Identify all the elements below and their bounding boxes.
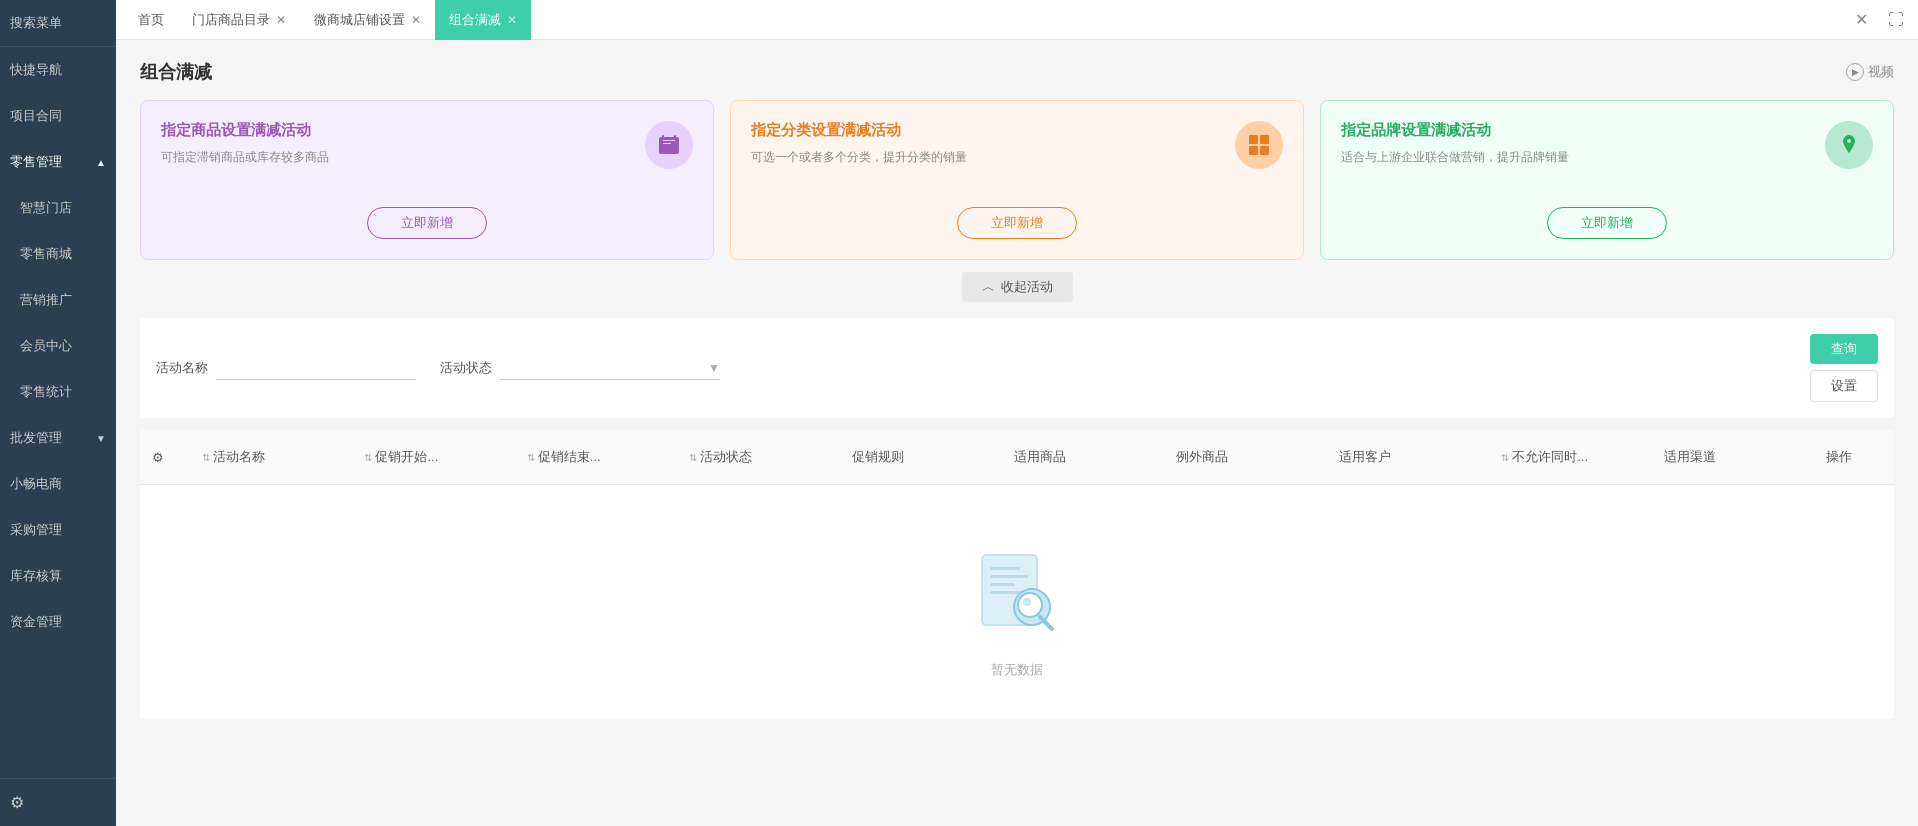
promo-card-brand: 指定品牌设置满减活动 适合与上游企业联合做营销，提升品牌销量 立即新增 [1320, 100, 1894, 260]
table-header: ⚙ ⇅ 活动名称 ⇅ 促销开始... ⇅ 促销结束... ⇅ 活动状态 [140, 430, 1894, 485]
promo-card-category: 指定分类设置满减活动 可选一个或者多个分类，提升分类的销量 立即新增 [730, 100, 1304, 260]
svg-rect-5 [990, 567, 1020, 570]
promo-cards-row: 指定商品设置满减活动 可指定滞销商品或库存较多商品 立即新增 指定分类设置满减活… [140, 100, 1894, 260]
sidebar-item-wholesale-mgmt[interactable]: 批发管理 ▼ [0, 415, 116, 461]
page-title: 组合满减 [140, 60, 212, 84]
promo-card-product: 指定商品设置满减活动 可指定滞销商品或库存较多商品 立即新增 [140, 100, 714, 260]
th-activity-status: ⇅ 活动状态 [677, 440, 839, 474]
sidebar-item-purchase[interactable]: 采购管理 [0, 507, 116, 553]
th-operations: 操作 [1814, 440, 1894, 474]
page-header: 组合满减 ▶ 视频 [140, 60, 1894, 84]
th-promo-start: ⇅ 促销开始... [352, 440, 514, 474]
sidebar-item-smart-store[interactable]: 智慧门店 [0, 185, 116, 231]
sort-icon[interactable]: ⇅ [527, 452, 535, 463]
activity-status-label: 活动状态 [440, 359, 492, 377]
category-card-title: 指定分类设置满减活动 [751, 121, 1283, 140]
category-add-button[interactable]: 立即新增 [957, 207, 1077, 239]
th-gear[interactable]: ⚙ [140, 442, 190, 473]
tab-wechat-store[interactable]: 微商城店铺设置 ✕ [300, 0, 435, 40]
empty-text: 暂无数据 [991, 661, 1043, 679]
chevron-down-icon: ▼ [96, 433, 106, 444]
tab-home[interactable]: 首页 [124, 0, 178, 40]
product-card-title: 指定商品设置满减活动 [161, 121, 693, 140]
th-no-overlap: ⇅ 不允许同时... [1489, 440, 1651, 474]
sidebar-item-member-center[interactable]: 会员中心 [0, 323, 116, 369]
tab-actions: ✕ ⛶ [1849, 10, 1910, 29]
close-window-button[interactable]: ✕ [1849, 10, 1874, 29]
brand-card-icon [1825, 121, 1873, 169]
data-table: ⚙ ⇅ 活动名称 ⇅ 促销开始... ⇅ 促销结束... ⇅ 活动状态 [140, 430, 1894, 719]
sort-icon[interactable]: ⇅ [689, 452, 697, 463]
close-tab-combo-discount[interactable]: ✕ [507, 13, 517, 27]
product-add-button[interactable]: 立即新增 [367, 207, 487, 239]
th-applicable-channel: 适用渠道 [1652, 440, 1814, 474]
sidebar-item-quick-nav[interactable]: 快捷导航 [0, 47, 116, 93]
product-card-desc: 可指定滞销商品或库存较多商品 [161, 148, 693, 195]
brand-add-button[interactable]: 立即新增 [1547, 207, 1667, 239]
activity-name-filter: 活动名称 [156, 356, 416, 380]
svg-rect-6 [990, 575, 1028, 578]
sidebar-item-inventory[interactable]: 库存核算 [0, 553, 116, 599]
svg-rect-1 [1260, 135, 1269, 144]
maximize-window-button[interactable]: ⛶ [1882, 11, 1910, 29]
sidebar-item-retail-stats[interactable]: 零售统计 [0, 369, 116, 415]
main-area: 首页 门店商品目录 ✕ 微商城店铺设置 ✕ 组合满减 ✕ ✕ ⛶ 组合满减 ▶ … [116, 0, 1918, 826]
video-link[interactable]: ▶ 视频 [1846, 63, 1894, 81]
chevron-up-icon: ︿ [982, 278, 995, 296]
th-applicable-customer: 适用客户 [1327, 440, 1489, 474]
svg-point-12 [1023, 598, 1031, 606]
settings-icon[interactable]: ⚙ [0, 778, 116, 826]
th-promo-end: ⇅ 促销结束... [515, 440, 677, 474]
chevron-up-icon: ▲ [96, 157, 106, 168]
product-card-icon [645, 121, 693, 169]
th-promo-rule: 促销规则 [840, 440, 1002, 474]
empty-illustration [957, 545, 1077, 645]
th-activity-name: ⇅ 活动名称 [190, 440, 352, 474]
gear-icon: ⚙ [152, 450, 164, 465]
settings-button[interactable]: 设置 [1810, 370, 1878, 402]
tab-combo-discount[interactable]: 组合满减 ✕ [435, 0, 531, 40]
empty-state: 暂无数据 [140, 485, 1894, 719]
sidebar-item-xiaochang[interactable]: 小畅电商 [0, 461, 116, 507]
svg-rect-7 [990, 583, 1015, 586]
dropdown-icon: ▼ [708, 361, 720, 375]
content-area: 组合满减 ▶ 视频 指定商品设置满减活动 可指定滞销商品或库存较多商品 立即新增… [116, 40, 1918, 826]
category-card-desc: 可选一个或者多个分类，提升分类的销量 [751, 148, 1283, 195]
sidebar-search-label: 搜索菜单 [10, 15, 62, 30]
svg-point-10 [1018, 593, 1042, 617]
sort-icon[interactable]: ⇅ [202, 452, 210, 463]
collapse-button[interactable]: ︿ 收起活动 [962, 272, 1073, 302]
filter-row: 活动名称 活动状态 ▼ 查询 设置 [140, 318, 1894, 418]
close-tab-wechat-store[interactable]: ✕ [411, 13, 421, 27]
sidebar-item-fund[interactable]: 资金管理 [0, 599, 116, 645]
svg-rect-8 [990, 591, 1023, 594]
tab-bar: 首页 门店商品目录 ✕ 微商城店铺设置 ✕ 组合满减 ✕ ✕ ⛶ [116, 0, 1918, 40]
brand-card-desc: 适合与上游企业联合做营销，提升品牌销量 [1341, 148, 1873, 195]
brand-card-title: 指定品牌设置满减活动 [1341, 121, 1873, 140]
sidebar-item-project-contract[interactable]: 项目合同 [0, 93, 116, 139]
sidebar-search[interactable]: 搜索菜单 [0, 0, 116, 47]
tab-store-catalog[interactable]: 门店商品目录 ✕ [178, 0, 300, 40]
svg-rect-2 [1249, 146, 1258, 155]
sidebar-item-retail-mall[interactable]: 零售商城 [0, 231, 116, 277]
sidebar-item-retail-mgmt[interactable]: 零售管理 ▲ [0, 139, 116, 185]
play-circle-icon: ▶ [1846, 63, 1864, 81]
query-button[interactable]: 查询 [1810, 334, 1878, 364]
activity-name-input[interactable] [216, 356, 416, 380]
activity-status-filter: 活动状态 ▼ [440, 357, 720, 380]
th-exception-goods: 例外商品 [1164, 440, 1326, 474]
svg-rect-3 [1260, 146, 1269, 155]
filter-actions: 查询 设置 [1810, 334, 1878, 402]
sidebar-item-marketing[interactable]: 营销推广 [0, 277, 116, 323]
activity-status-select[interactable]: ▼ [500, 357, 720, 380]
activity-name-label: 活动名称 [156, 359, 208, 377]
sidebar: 搜索菜单 快捷导航 项目合同 零售管理 ▲ 智慧门店 零售商城 营销推广 会员中… [0, 0, 116, 826]
collapse-bar: ︿ 收起活动 [140, 272, 1894, 302]
category-card-icon [1235, 121, 1283, 169]
sort-icon[interactable]: ⇅ [1501, 452, 1509, 463]
close-tab-store-catalog[interactable]: ✕ [276, 13, 286, 27]
sort-icon[interactable]: ⇅ [364, 452, 372, 463]
svg-rect-0 [1249, 135, 1258, 144]
th-applicable-goods: 适用商品 [1002, 440, 1164, 474]
